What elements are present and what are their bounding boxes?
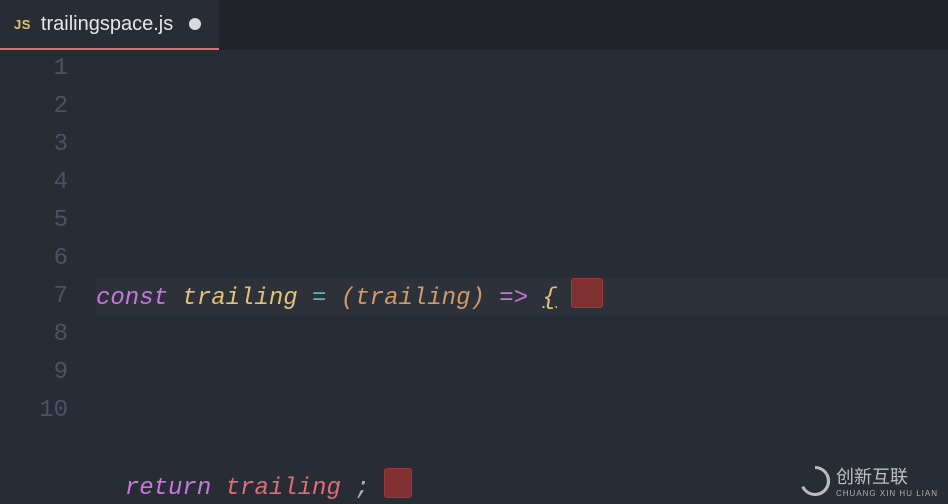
line-number: 8 — [0, 316, 68, 354]
trailing-whitespace-marker — [384, 468, 412, 498]
js-file-icon: JS — [14, 17, 31, 32]
trailing-whitespace-marker — [571, 278, 603, 308]
arrow-operator: => — [499, 285, 528, 312]
line-number: 7 — [0, 278, 68, 316]
line-number: 5 — [0, 202, 68, 240]
watermark-logo-icon — [800, 466, 830, 496]
watermark: 创新互联 CHUANG XIN HU LIAN — [800, 463, 938, 498]
file-tab[interactable]: JS trailingspace.js — [0, 0, 219, 50]
punct-lparen: ( — [341, 285, 355, 312]
identifier-def: trailing — [182, 285, 297, 312]
line-number: 1 — [0, 50, 68, 88]
code-editor[interactable]: 12345678910 const trailing = (trailing) … — [0, 50, 948, 504]
punct-rparen: ) — [470, 285, 484, 312]
line-number: 2 — [0, 88, 68, 126]
line-number: 10 — [0, 392, 68, 430]
identifier-param: trailing — [355, 285, 470, 312]
operator-eq: = — [312, 285, 326, 312]
keyword-const: const — [96, 285, 168, 312]
line-number: 3 — [0, 126, 68, 164]
code-area[interactable]: const trailing = (trailing) => { return … — [96, 50, 948, 504]
identifier-use: trailing — [226, 475, 341, 502]
watermark-sub: CHUANG XIN HU LIAN — [836, 489, 938, 498]
unsaved-indicator-icon — [189, 18, 201, 30]
line-number: 9 — [0, 354, 68, 392]
line-number-gutter: 12345678910 — [0, 50, 96, 504]
tab-bar: JS trailingspace.js — [0, 0, 948, 50]
watermark-brand: 创新互联 — [836, 467, 908, 487]
punct-lbrace: { — [543, 285, 557, 312]
punct-semi: ; — [355, 475, 369, 502]
keyword-return: return — [125, 475, 211, 502]
code-line[interactable]: const trailing = (trailing) => { — [96, 278, 948, 316]
line-number: 4 — [0, 164, 68, 202]
tab-filename: trailingspace.js — [41, 13, 173, 36]
line-number: 6 — [0, 240, 68, 278]
